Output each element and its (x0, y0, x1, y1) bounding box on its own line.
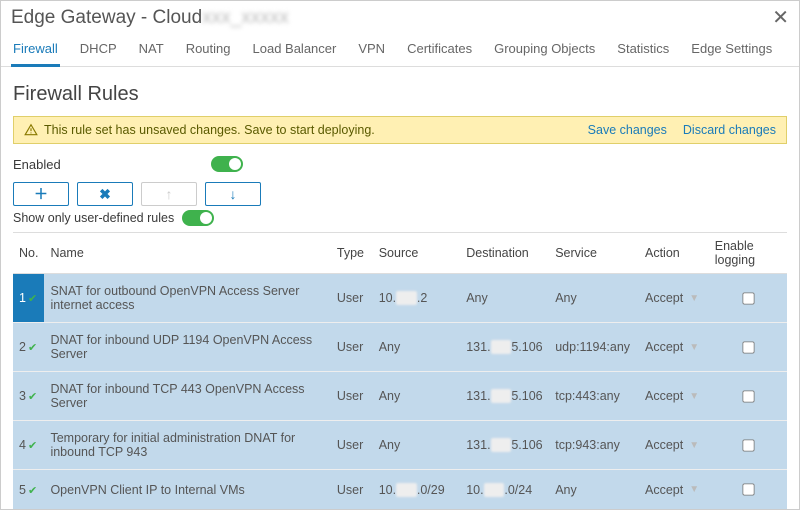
tab-dhcp[interactable]: DHCP (78, 33, 119, 66)
tab-certificates[interactable]: Certificates (405, 33, 474, 66)
enable-logging-checkbox[interactable] (742, 341, 754, 353)
table-row[interactable]: 4✔Temporary for initial administration D… (13, 421, 787, 470)
col-no[interactable]: No. (13, 233, 44, 274)
warning-icon (24, 123, 38, 137)
table-row[interactable]: 2✔DNAT for inbound UDP 1194 OpenVPN Acce… (13, 323, 787, 372)
enable-logging-checkbox[interactable] (742, 439, 754, 451)
cell-service: Any (549, 274, 639, 323)
cell-source: 10.xxx.2 (373, 274, 461, 323)
cell-name: DNAT for inbound TCP 443 OpenVPN Access … (44, 372, 330, 421)
rule-valid-icon: ✔ (28, 440, 37, 452)
cell-source: Any (373, 421, 461, 470)
cell-type: User (331, 323, 373, 372)
cell-destination: 131.xxx5.106 (460, 372, 549, 421)
col-action[interactable]: Action (639, 233, 709, 274)
firewall-rules-table: No. Name Type Source Destination Service… (13, 232, 787, 510)
cell-type: User (331, 470, 373, 510)
chevron-down-icon: ▼ (689, 391, 699, 402)
cell-service: udp:1194:any (549, 323, 639, 372)
page-title: Firewall Rules (13, 83, 787, 106)
rule-valid-icon: ✔ (28, 391, 37, 403)
unsaved-alert: This rule set has unsaved changes. Save … (13, 116, 787, 144)
cell-action[interactable]: Accept▼ (639, 323, 709, 372)
tab-vpn[interactable]: VPN (356, 33, 387, 66)
tab-bar: Firewall DHCP NAT Routing Load Balancer … (1, 33, 799, 67)
col-name[interactable]: Name (44, 233, 330, 274)
tab-load-balancer[interactable]: Load Balancer (251, 33, 339, 66)
chevron-down-icon: ▼ (689, 342, 699, 353)
cell-source: Any (373, 372, 461, 421)
tab-edge-settings[interactable]: Edge Settings (689, 33, 774, 66)
move-down-button[interactable]: ↓ (205, 182, 261, 206)
unsaved-alert-text: This rule set has unsaved changes. Save … (44, 123, 375, 137)
table-row[interactable]: 3✔DNAT for inbound TCP 443 OpenVPN Acces… (13, 372, 787, 421)
cell-service: tcp:443:any (549, 372, 639, 421)
rule-valid-icon: ✔ (28, 342, 37, 354)
tab-firewall[interactable]: Firewall (11, 33, 60, 66)
tab-statistics[interactable]: Statistics (615, 33, 671, 66)
rule-valid-icon: ✔ (28, 293, 37, 305)
tab-grouping[interactable]: Grouping Objects (492, 33, 597, 66)
cell-type: User (331, 274, 373, 323)
col-logging[interactable]: Enable logging (709, 233, 787, 274)
window-title: Edge Gateway - Cloudxxx_xxxxx (11, 7, 289, 29)
table-row[interactable]: 5✔OpenVPN Client IP to Internal VMsUser1… (13, 470, 787, 510)
cell-no: 1✔ (13, 274, 44, 323)
enabled-label: Enabled (13, 157, 61, 172)
firewall-enabled-toggle[interactable] (211, 156, 243, 172)
close-icon[interactable]: ✕ (772, 8, 789, 28)
move-up-button: ↑ (141, 182, 197, 206)
cell-action[interactable]: Accept▼ (639, 470, 709, 510)
delete-rule-button[interactable]: ✖ (77, 182, 133, 206)
cell-destination: 10.xxx.0/24 (460, 470, 549, 510)
cell-destination: Any (460, 274, 549, 323)
cell-action[interactable]: Accept▼ (639, 274, 709, 323)
cell-enable-logging[interactable] (709, 372, 787, 421)
enable-logging-checkbox[interactable] (742, 292, 754, 304)
cell-service: Any (549, 470, 639, 510)
chevron-down-icon: ▼ (689, 440, 699, 451)
col-service[interactable]: Service (549, 233, 639, 274)
edge-gateway-window: Edge Gateway - Cloudxxx_xxxxx ✕ Firewall… (0, 0, 800, 510)
col-dest[interactable]: Destination (460, 233, 549, 274)
discard-changes-link[interactable]: Discard changes (683, 123, 776, 137)
cell-destination: 131.xxx5.106 (460, 323, 549, 372)
tab-nat[interactable]: NAT (137, 33, 166, 66)
title-bar: Edge Gateway - Cloudxxx_xxxxx ✕ (1, 1, 799, 33)
cell-destination: 131.xxx5.106 (460, 421, 549, 470)
cell-action[interactable]: Accept▼ (639, 372, 709, 421)
enable-logging-checkbox[interactable] (742, 390, 754, 402)
cell-type: User (331, 372, 373, 421)
cell-no: 5✔ (13, 470, 44, 510)
cell-no: 3✔ (13, 372, 44, 421)
cell-enable-logging[interactable] (709, 421, 787, 470)
col-source[interactable]: Source (373, 233, 461, 274)
cell-type: User (331, 421, 373, 470)
cell-name: OpenVPN Client IP to Internal VMs (44, 470, 330, 510)
save-changes-link[interactable]: Save changes (588, 123, 667, 137)
table-header-row: No. Name Type Source Destination Service… (13, 233, 787, 274)
chevron-down-icon: ▼ (689, 293, 699, 304)
rule-valid-icon: ✔ (28, 485, 37, 497)
cell-enable-logging[interactable] (709, 274, 787, 323)
col-type[interactable]: Type (331, 233, 373, 274)
cell-no: 2✔ (13, 323, 44, 372)
add-rule-button[interactable]: ＋ (13, 182, 69, 206)
tab-routing[interactable]: Routing (184, 33, 233, 66)
cell-source: Any (373, 323, 461, 372)
cell-no: 4✔ (13, 421, 44, 470)
cell-source: 10.xxx.0/29 (373, 470, 461, 510)
cell-name: DNAT for inbound UDP 1194 OpenVPN Access… (44, 323, 330, 372)
cell-name: SNAT for outbound OpenVPN Access Server … (44, 274, 330, 323)
table-row[interactable]: 1✔SNAT for outbound OpenVPN Access Serve… (13, 274, 787, 323)
cell-service: tcp:943:any (549, 421, 639, 470)
user-rules-toggle[interactable] (182, 210, 214, 226)
chevron-down-icon: ▼ (689, 484, 699, 495)
cell-enable-logging[interactable] (709, 470, 787, 510)
cell-enable-logging[interactable] (709, 323, 787, 372)
cell-action[interactable]: Accept▼ (639, 421, 709, 470)
user-rules-label: Show only user-defined rules (13, 211, 174, 225)
enable-logging-checkbox[interactable] (742, 483, 754, 495)
cell-name: Temporary for initial administration DNA… (44, 421, 330, 470)
